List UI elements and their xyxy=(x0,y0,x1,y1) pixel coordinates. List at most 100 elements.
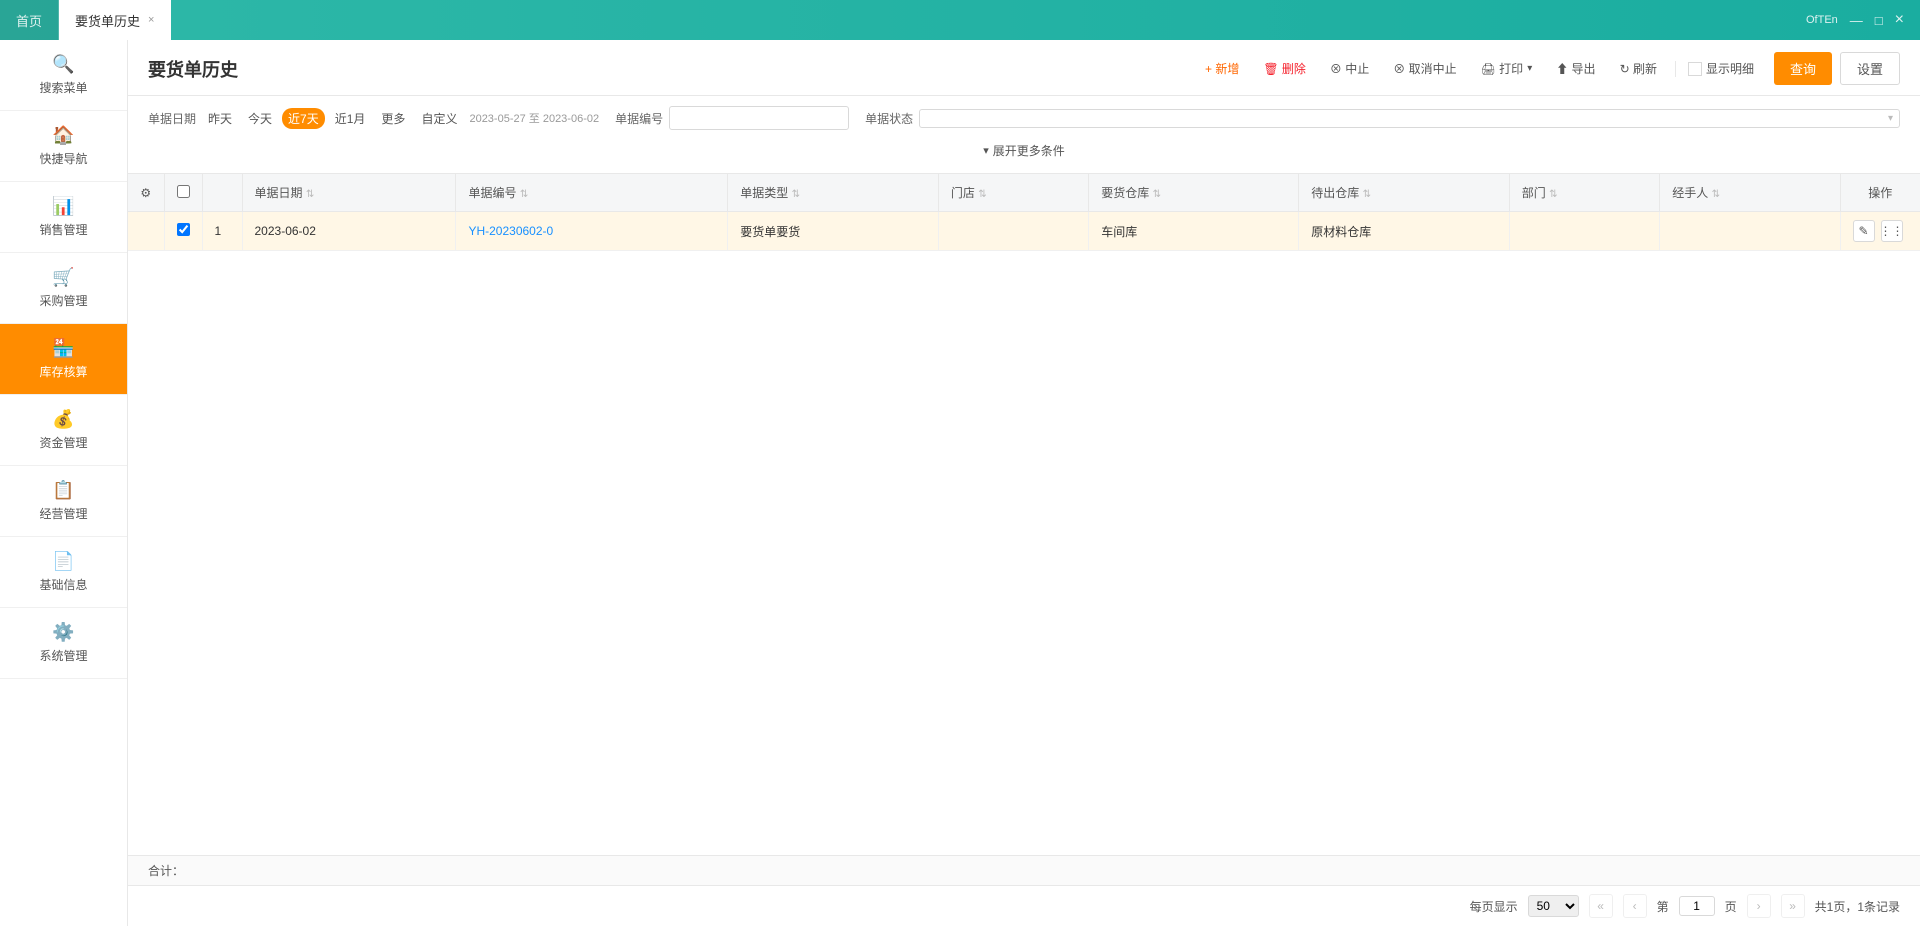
delete-label: 🗑 删除 xyxy=(1263,60,1306,77)
next-page-button[interactable]: › xyxy=(1747,894,1771,918)
delete-button[interactable]: 🗑 删除 xyxy=(1257,56,1312,81)
date-pill-yesterday[interactable]: 昨天 xyxy=(202,108,238,129)
date-range-text: 2023-05-27 至 2023-06-02 xyxy=(469,110,599,126)
tab-purchase-history[interactable]: 要货单历史 × xyxy=(59,0,171,40)
tab-home-label: 首页 xyxy=(16,11,42,30)
expand-label: 展开更多条件 xyxy=(993,142,1065,159)
date-pill-7days[interactable]: 近7天 xyxy=(282,108,325,129)
page-prefix: 第 xyxy=(1657,898,1669,915)
page-number-input[interactable] xyxy=(1679,896,1715,916)
cell-doc-type: 要货单要货 xyxy=(728,212,939,251)
date-pill-1month[interactable]: 近1月 xyxy=(329,108,372,129)
doc-number-input[interactable] xyxy=(669,106,849,130)
sidebar-item-operations[interactable]: 📋 经营管理 xyxy=(0,466,127,537)
sidebar-item-sales[interactable]: 📊 销售管理 xyxy=(0,182,127,253)
display-cell-button[interactable]: 显示明细 xyxy=(1688,60,1754,77)
doc-status-label: 单据状态 xyxy=(865,110,913,127)
row-checkbox[interactable] xyxy=(177,223,190,236)
per-page-label: 每页显示 xyxy=(1470,898,1518,915)
per-page-select[interactable]: 50 10 20 100 xyxy=(1528,895,1579,917)
prev-page-button[interactable]: ‹ xyxy=(1623,894,1647,918)
col-settings[interactable]: ⚙ xyxy=(128,174,164,212)
col-department[interactable]: 部门 xyxy=(1509,174,1659,212)
cell-department xyxy=(1509,212,1659,251)
refresh-button[interactable]: ↻ 刷新 xyxy=(1614,56,1663,81)
display-cell-checkbox xyxy=(1688,62,1702,76)
sales-icon: 📊 xyxy=(52,196,74,217)
data-table: ⚙ 单据日期 单据编号 单据类 xyxy=(128,174,1920,251)
col-seq xyxy=(202,174,242,212)
cell-store xyxy=(938,212,1088,251)
doc-date-label: 单据日期 xyxy=(148,110,196,127)
sidebar-item-purchase[interactable]: 🛒 采购管理 xyxy=(0,253,127,324)
cell-handler xyxy=(1660,212,1840,251)
row-edit-button[interactable]: ✎ xyxy=(1853,220,1875,242)
select-all-checkbox[interactable] xyxy=(177,185,190,198)
print-button[interactable]: 🖨 打印 ▾ xyxy=(1475,56,1539,81)
query-button[interactable]: 查询 xyxy=(1774,52,1832,85)
filter-row: 单据日期 昨天 今天 近7天 近1月 更多 自定义 2023-05-27 至 2… xyxy=(148,106,1900,130)
page-header-top: 要货单历史 + 新增 🗑 删除 ⊗ 中止 ⊗ 取消中止 xyxy=(148,52,1900,95)
new-button[interactable]: + 新增 xyxy=(1199,56,1245,81)
cancel-stop-label: ⊗ 取消中止 xyxy=(1393,60,1456,77)
first-page-button[interactable]: « xyxy=(1589,894,1613,918)
doc-status-select[interactable]: ▾ xyxy=(919,109,1900,128)
header-actions: + 新增 🗑 删除 ⊗ 中止 ⊗ 取消中止 🖨 打印 xyxy=(1199,52,1900,85)
settings-button[interactable]: 设置 xyxy=(1840,52,1900,85)
sidebar-item-basic-info[interactable]: 📄 基础信息 xyxy=(0,537,127,608)
refresh-label: ↻ 刷新 xyxy=(1620,60,1657,77)
cell-checkbox xyxy=(164,212,202,251)
cell-seq: 1 xyxy=(202,212,242,251)
table-container: ⚙ 单据日期 单据编号 单据类 xyxy=(128,174,1920,855)
quick-nav-icon: 🏠 xyxy=(52,125,74,146)
sidebar-item-sales-label: 销售管理 xyxy=(39,221,87,238)
content-area: 要货单历史 + 新增 🗑 删除 ⊗ 中止 ⊗ 取消中止 xyxy=(128,40,1920,926)
col-handler[interactable]: 经手人 xyxy=(1660,174,1840,212)
sidebar-item-system[interactable]: ⚙️ 系统管理 xyxy=(0,608,127,679)
page-suffix: 页 xyxy=(1725,898,1737,915)
row-delete-button[interactable]: ⋮⋮ xyxy=(1881,220,1903,242)
filter-bar: 单据日期 昨天 今天 近7天 近1月 更多 自定义 2023-05-27 至 2… xyxy=(128,96,1920,174)
sidebar-item-quick-nav[interactable]: 🏠 快捷导航 xyxy=(0,111,127,182)
stop-label: ⊗ 中止 xyxy=(1330,60,1369,77)
sidebar-item-finance-label: 资金管理 xyxy=(39,434,87,451)
stop-button[interactable]: ⊗ 中止 xyxy=(1324,56,1375,81)
date-pill-more[interactable]: 更多 xyxy=(375,108,411,129)
sidebar-item-system-label: 系统管理 xyxy=(39,647,87,664)
date-pill-today[interactable]: 今天 xyxy=(242,108,278,129)
maximize-button[interactable]: □ xyxy=(1875,13,1883,28)
sidebar-item-search-menu-label: 搜索菜单 xyxy=(39,79,87,96)
sidebar-item-search-menu[interactable]: 🔍 搜索菜单 xyxy=(0,40,127,111)
sidebar-item-inventory-label: 库存核算 xyxy=(39,363,87,380)
last-page-button[interactable]: » xyxy=(1781,894,1805,918)
table-header-row: ⚙ 单据日期 单据编号 单据类 xyxy=(128,174,1920,212)
col-pending-warehouse[interactable]: 待出仓库 xyxy=(1299,174,1510,212)
sidebar-item-finance[interactable]: 💰 资金管理 xyxy=(0,395,127,466)
page-header: 要货单历史 + 新增 🗑 删除 ⊗ 中止 ⊗ 取消中止 xyxy=(128,40,1920,96)
minimize-button[interactable]: — xyxy=(1850,13,1863,28)
table-footer: 合计： xyxy=(128,855,1920,885)
expand-more-conditions[interactable]: ▾ 展开更多条件 xyxy=(975,138,1073,163)
cell-pending-warehouse: 原材料仓库 xyxy=(1299,212,1510,251)
col-doc-no[interactable]: 单据编号 xyxy=(456,174,728,212)
top-bar: 首页 要货单历史 × OfTEn — □ × xyxy=(0,0,1920,40)
sidebar-item-inventory[interactable]: 🏪 库存核算 xyxy=(0,324,127,395)
search-menu-icon: 🔍 xyxy=(52,54,74,75)
col-doc-type[interactable]: 单据类型 xyxy=(728,174,939,212)
window-controls: OfTEn — □ × xyxy=(1790,11,1920,29)
col-doc-date[interactable]: 单据日期 xyxy=(242,174,456,212)
tab-close-icon[interactable]: × xyxy=(148,14,154,26)
cancel-stop-button[interactable]: ⊗ 取消中止 xyxy=(1387,56,1462,81)
col-store[interactable]: 门店 xyxy=(938,174,1088,212)
print-dropdown-icon[interactable]: ▾ xyxy=(1527,63,1532,74)
sidebar-item-purchase-label: 采购管理 xyxy=(39,292,87,309)
close-button[interactable]: × xyxy=(1895,11,1904,29)
col-req-warehouse[interactable]: 要货仓库 xyxy=(1089,174,1299,212)
date-pill-custom[interactable]: 自定义 xyxy=(415,108,463,129)
toolbar-divider xyxy=(1675,61,1676,77)
tab-home[interactable]: 首页 xyxy=(0,0,59,40)
export-button[interactable]: ⬆ 导出 xyxy=(1550,56,1601,81)
doc-no-link[interactable]: YH-20230602-0 xyxy=(468,224,553,238)
print-label: 🖨 打印 xyxy=(1481,60,1524,77)
sidebar-item-operations-label: 经营管理 xyxy=(39,505,87,522)
